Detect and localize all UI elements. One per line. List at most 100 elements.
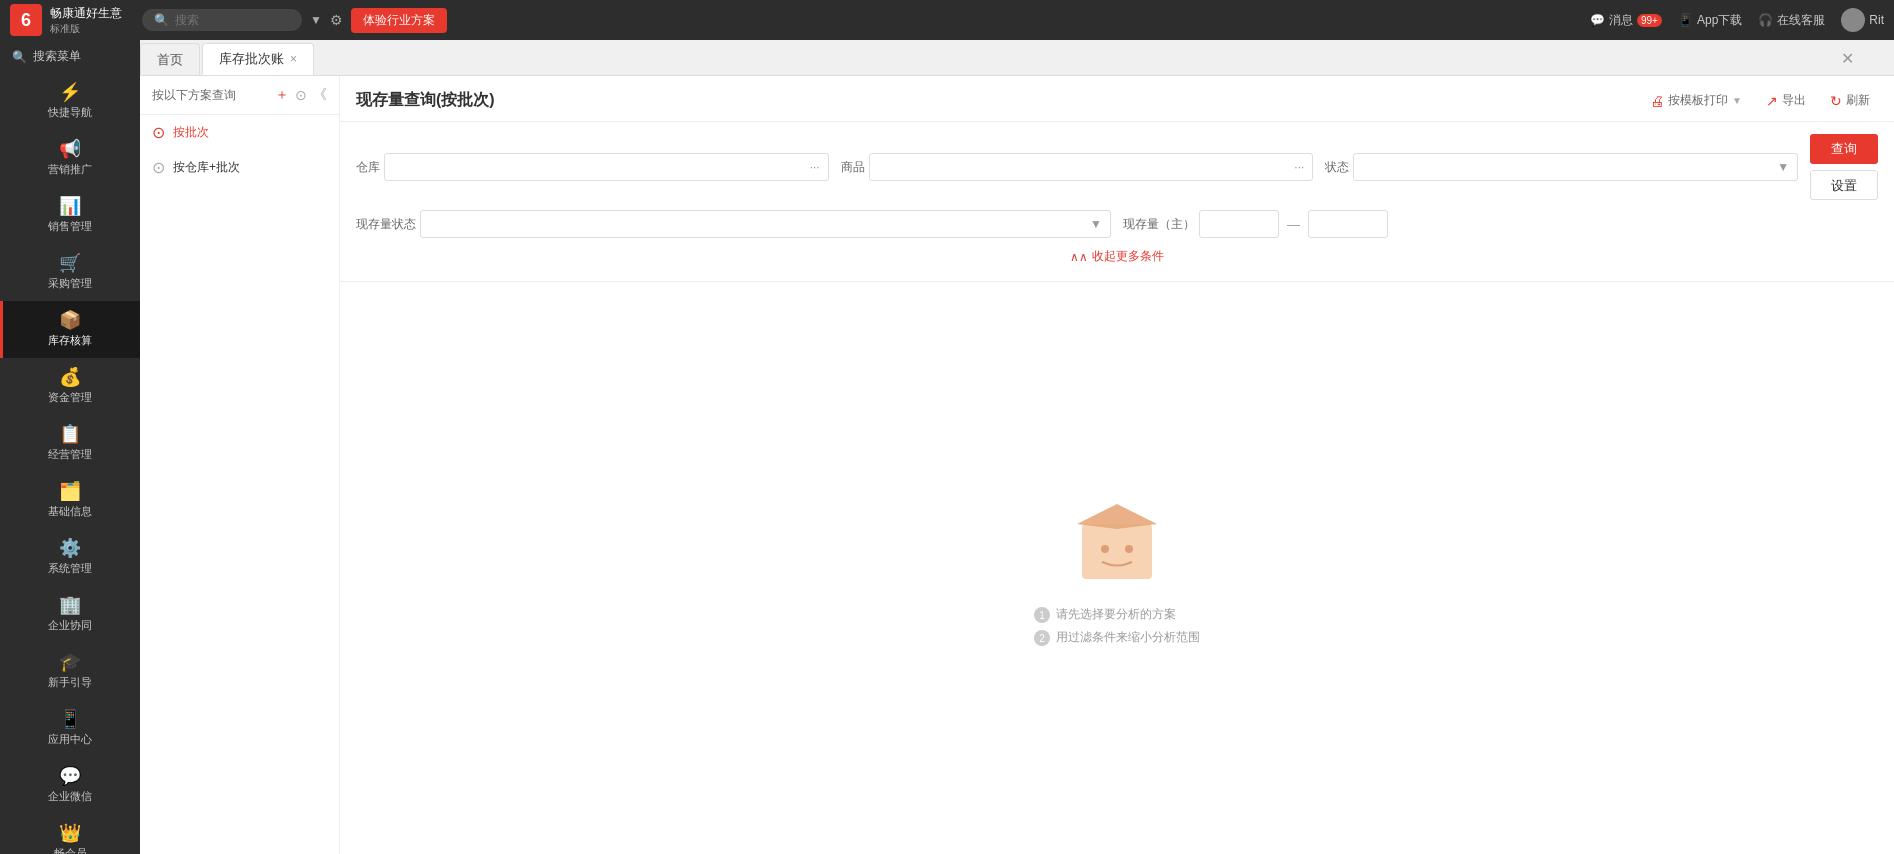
enterprise-icon: 🏢 xyxy=(59,596,81,614)
trial-button[interactable]: 体验行业方案 xyxy=(351,8,447,33)
topbar: 6 畅康通好生意 标准版 🔍 ▼ ⚙ 体验行业方案 💬 消息 99+ 📱 App… xyxy=(0,0,1894,40)
settings-icon[interactable]: ⚙ xyxy=(330,12,343,28)
finance-icon: 💰 xyxy=(59,368,81,386)
query-button[interactable]: 查询 xyxy=(1810,134,1878,164)
inventory-qty-min-input[interactable] xyxy=(1199,210,1279,238)
empty-hints: 1 请先选择要分析的方案 2 用过滤条件来缩小分析范围 xyxy=(1034,606,1200,646)
avatar xyxy=(1841,8,1865,32)
filter-status: 状态 ▼ xyxy=(1325,153,1798,181)
scheme-item-by-batch[interactable]: ⊙ 按批次 xyxy=(140,115,339,150)
marketing-label: 营销推广 xyxy=(48,162,92,177)
sidebar-item-purchase[interactable]: 🛒 采购管理 xyxy=(0,244,140,301)
inventory-qty-label: 现存量（主） xyxy=(1123,216,1195,233)
range-dash: — xyxy=(1283,217,1304,232)
app-name-wrap: 畅康通好生意 标准版 xyxy=(50,5,122,36)
app-download-label: App下载 xyxy=(1697,12,1742,29)
left-panel: 按以下方案查询 ＋ ⊙ 《 ⊙ 按批次 ⊙ 按仓库+批次 xyxy=(140,76,340,854)
member-icon: 👑 xyxy=(59,824,81,842)
inventory-qty-max-input[interactable] xyxy=(1308,210,1388,238)
right-content: 现存量查询(按批次) 🖨 按模板打印 ▼ ↗ 导出 ↻ xyxy=(340,76,1894,854)
sidebar-item-wechat[interactable]: 💬 企业微信 xyxy=(0,757,140,814)
scheme-active-icon: ⊙ xyxy=(152,123,165,142)
member-label: 畅会员 xyxy=(54,846,87,854)
quick-nav-label: 快捷导航 xyxy=(48,105,92,120)
search-box[interactable]: 🔍 xyxy=(142,9,302,31)
messages-item[interactable]: 💬 消息 99+ xyxy=(1590,12,1662,29)
enterprise-label: 企业协同 xyxy=(48,618,92,633)
headset-icon: 🎧 xyxy=(1758,13,1773,27)
app-download-item[interactable]: 📱 App下载 xyxy=(1678,12,1742,29)
empty-state: 1 请先选择要分析的方案 2 用过滤条件来缩小分析范围 xyxy=(340,282,1894,854)
filter-settings-button[interactable]: 设置 xyxy=(1810,170,1878,200)
tab-home[interactable]: 首页 xyxy=(140,43,200,75)
sidebar-item-basic-info[interactable]: 🗂️ 基础信息 xyxy=(0,472,140,529)
sidebar-item-newbie[interactable]: 🎓 新手引导 xyxy=(0,643,140,700)
export-icon: ↗ xyxy=(1766,93,1778,109)
filter-product: 商品 ··· xyxy=(841,153,1314,181)
content-area: 首页 库存批次账 × ✕ 按以下方案查询 ＋ ⊙ 《 xyxy=(140,40,1894,854)
user-item[interactable]: Rit xyxy=(1841,8,1884,32)
search-input[interactable] xyxy=(175,13,275,27)
status-select[interactable]: ▼ xyxy=(1353,153,1798,181)
online-service-item[interactable]: 🎧 在线客服 xyxy=(1758,12,1825,29)
warehouse-input-wrap[interactable]: ··· xyxy=(384,153,829,181)
sidebar-item-member[interactable]: 👑 畅会员 xyxy=(0,814,140,854)
messages-label: 消息 xyxy=(1609,12,1633,29)
inventory-status-label: 现存量状态 xyxy=(356,216,416,233)
product-input[interactable] xyxy=(874,160,1291,174)
filter-row-1: 仓库 ··· 商品 ··· xyxy=(356,134,1878,200)
sales-label: 销售管理 xyxy=(48,219,92,234)
sidebar-item-apps[interactable]: 📱 应用中心 xyxy=(0,700,140,757)
status-chevron-icon: ▼ xyxy=(1777,160,1789,174)
tab-inventory-batch-label: 库存批次账 xyxy=(219,50,284,68)
tab-home-label: 首页 xyxy=(157,51,183,69)
system-label: 系统管理 xyxy=(48,561,92,576)
app-name: 畅康通好生意 xyxy=(50,5,122,22)
scheme-settings-icon[interactable]: ⊙ xyxy=(295,87,307,103)
sidebar-item-operations[interactable]: 📋 经营管理 xyxy=(0,415,140,472)
sidebar-item-search[interactable]: 🔍 搜索菜单 xyxy=(0,40,140,73)
inventory-label: 库存核算 xyxy=(48,333,92,348)
collapse-button[interactable]: ∧∧ 收起更多条件 xyxy=(1070,248,1164,265)
print-button[interactable]: 🖨 按模板打印 ▼ xyxy=(1642,88,1750,113)
messages-badge: 99+ xyxy=(1637,14,1662,27)
sidebar-item-marketing[interactable]: 📢 营销推广 xyxy=(0,130,140,187)
page-header: 现存量查询(按批次) 🖨 按模板打印 ▼ ↗ 导出 ↻ xyxy=(340,76,1894,122)
purchase-icon: 🛒 xyxy=(59,254,81,272)
search-chevron-icon[interactable]: ▼ xyxy=(310,13,322,27)
sidebar-item-quick-nav[interactable]: ⚡ 快捷导航 xyxy=(0,73,140,130)
search-icon: 🔍 xyxy=(154,13,169,27)
product-more-icon[interactable]: ··· xyxy=(1290,160,1308,174)
refresh-button[interactable]: ↻ 刷新 xyxy=(1822,88,1878,113)
sidebar-item-enterprise[interactable]: 🏢 企业协同 xyxy=(0,586,140,643)
left-panel-collapse-icon[interactable]: 《 xyxy=(313,86,327,104)
empty-illustration-svg xyxy=(1067,494,1167,584)
newbie-icon: 🎓 xyxy=(59,653,81,671)
tab-inventory-batch[interactable]: 库存批次账 × xyxy=(202,43,314,75)
purchase-label: 采购管理 xyxy=(48,276,92,291)
sidebar-item-finance[interactable]: 💰 资金管理 xyxy=(0,358,140,415)
sidebar-item-sales[interactable]: 📊 销售管理 xyxy=(0,187,140,244)
apps-icon: 📱 xyxy=(59,710,81,728)
sidebar-item-system[interactable]: ⚙️ 系统管理 xyxy=(0,529,140,586)
operations-label: 经营管理 xyxy=(48,447,92,462)
inventory-status-select[interactable]: ▼ xyxy=(420,210,1111,238)
warehouse-input[interactable] xyxy=(389,160,806,174)
sales-icon: 📊 xyxy=(59,197,81,215)
operations-icon: 📋 xyxy=(59,425,81,443)
filter-warehouse: 仓库 ··· xyxy=(356,153,829,181)
warehouse-more-icon[interactable]: ··· xyxy=(806,160,824,174)
left-panel-actions: ＋ ⊙ 《 xyxy=(275,86,327,104)
topbar-center: 🔍 ▼ ⚙ 体验行业方案 xyxy=(134,8,1590,33)
export-button[interactable]: ↗ 导出 xyxy=(1758,88,1814,113)
scheme-item-by-warehouse-batch[interactable]: ⊙ 按仓库+批次 xyxy=(140,150,339,185)
sidebar-item-inventory[interactable]: 📦 库存核算 xyxy=(0,301,140,358)
add-scheme-icon[interactable]: ＋ xyxy=(275,86,289,104)
close-all-tabs-button[interactable]: ✕ xyxy=(1841,48,1854,67)
wechat-label: 企业微信 xyxy=(48,789,92,804)
filter-area: 仓库 ··· 商品 ··· xyxy=(340,122,1894,282)
tab-close-button[interactable]: × xyxy=(290,52,297,66)
product-input-wrap[interactable]: ··· xyxy=(869,153,1314,181)
inventory-qty-range: — xyxy=(1199,210,1388,238)
basic-info-icon: 🗂️ xyxy=(59,482,81,500)
